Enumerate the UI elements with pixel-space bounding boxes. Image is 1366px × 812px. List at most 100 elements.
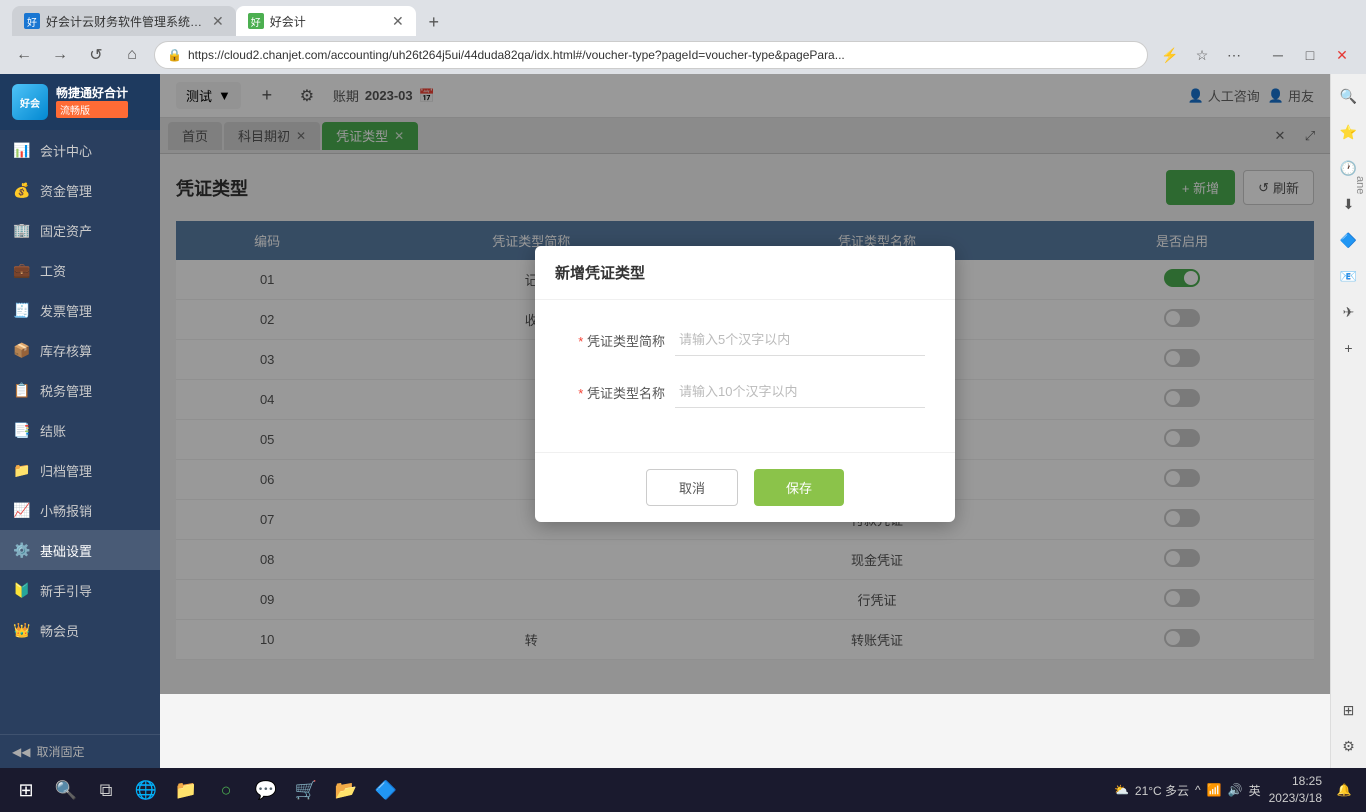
sidebar-item-member[interactable]: 👑 畅会员 [0, 610, 160, 650]
address-bar: ← → ↺ ⌂ 🔒 https://cloud2.chanjet.com/acc… [0, 36, 1366, 74]
invoice-icon: 🧾 [12, 300, 32, 320]
sidebar-item-tax[interactable]: 📋 税务管理 [0, 370, 160, 410]
sidebar-item-inventory[interactable]: 📦 库存核算 [0, 330, 160, 370]
new-tab-button[interactable]: + [420, 8, 448, 36]
sidebar-item-label: 基础设置 [40, 541, 92, 560]
name-label: * 凭证类型名称 [565, 383, 675, 402]
tab-close-2[interactable]: ✕ [392, 13, 404, 30]
right-grid-button[interactable]: ⊞ [1335, 696, 1363, 724]
weather-icon: ⛅ [1114, 783, 1129, 797]
settings-btn[interactable]: ⋯ [1220, 41, 1248, 69]
windows-store-button[interactable]: 🛒 [288, 772, 324, 808]
right-star-button[interactable]: ⭐ [1335, 118, 1363, 146]
modal-title: 新增凭证类型 [555, 265, 645, 282]
tab-bar: 好 好会计云财务软件管理系统_会计 ✕ 好 好会计 ✕ + [0, 0, 1366, 36]
clock-time: 18:25 [1269, 773, 1322, 790]
tax-icon: 📋 [12, 380, 32, 400]
right-outlook-button[interactable]: 📧 [1335, 262, 1363, 290]
explorer-button[interactable]: 📁 [168, 772, 204, 808]
tray-expand-icon[interactable]: ^ [1195, 783, 1201, 797]
settings-icon: ⚙️ [12, 540, 32, 560]
tab-label-1: 好会计云财务软件管理系统_会计 [46, 13, 206, 30]
sidebar-item-settings[interactable]: ⚙️ 基础设置 [0, 530, 160, 570]
abbr-required: * [578, 334, 583, 349]
sidebar-item-salary[interactable]: 💼 工资 [0, 250, 160, 290]
tab-label-2: 好会计 [270, 13, 306, 30]
sidebar-item-label: 资金管理 [40, 181, 92, 200]
modal-body: * 凭证类型简称 * 凭证类型名称 [535, 300, 955, 452]
name-required: * [578, 386, 583, 401]
cancel-button[interactable]: 取消 [646, 469, 738, 506]
maximize-button[interactable]: □ [1296, 41, 1324, 69]
address-input[interactable]: 🔒 https://cloud2.chanjet.com/accounting/… [154, 41, 1148, 69]
name-input[interactable] [675, 376, 925, 408]
collapse-label: 取消固定 [36, 743, 84, 760]
tab-favicon-1: 好 [24, 13, 40, 29]
sidebar-item-settlement[interactable]: 📑 结账 [0, 410, 160, 450]
sidebar-item-label: 小畅报销 [40, 501, 92, 520]
abbr-input[interactable] [675, 324, 925, 356]
modal-overlay: 新增凭证类型 * 凭证类型简称 * 凭证类型名称 取消 保存 [160, 74, 1330, 694]
edge-taskbar-button[interactable]: 🔷 [368, 772, 404, 808]
sidebar-item-dashboard[interactable]: 📊 会计中心 [0, 130, 160, 170]
sidebar-item-archive[interactable]: 📁 归档管理 [0, 450, 160, 490]
right-send-button[interactable]: ✈ [1335, 298, 1363, 326]
lock-icon: 🔒 [167, 48, 182, 62]
sidebar-item-label: 畅会员 [40, 621, 79, 640]
right-search-button[interactable]: 🔍 [1335, 82, 1363, 110]
home-button[interactable]: ⌂ [118, 41, 146, 69]
add-voucher-type-modal: 新增凭证类型 * 凭证类型简称 * 凭证类型名称 取消 保存 [535, 246, 955, 522]
close-window-button[interactable]: ✕ [1328, 41, 1356, 69]
browser-tab-2[interactable]: 好 好会计 ✕ [236, 6, 416, 36]
funds-icon: 💰 [12, 180, 32, 200]
extensions-btn[interactable]: ⚡ [1156, 41, 1184, 69]
notification-button[interactable]: 🔔 [1330, 776, 1358, 804]
logo-title: 畅捷通好合计 [56, 86, 128, 102]
right-add-button[interactable]: + [1335, 334, 1363, 362]
sidebar-item-fixed-assets[interactable]: 🏢 固定资产 [0, 210, 160, 250]
system-tray: ⛅ 21°C 多云 ^ 📶 🔊 英 18:25 2023/3/18 🔔 [1114, 773, 1358, 807]
right-sidebar: 🔍 ⭐ 🕐 ⬇ 🔷 📧 ✈ + ⊞ ⚙ ane [1330, 74, 1366, 768]
right-apps-button[interactable]: 🔷 [1335, 226, 1363, 254]
save-button[interactable]: 保存 [754, 469, 844, 506]
sidebar-item-guide[interactable]: 🔰 新手引导 [0, 570, 160, 610]
wechat-button[interactable]: 💬 [248, 772, 284, 808]
salary-icon: 💼 [12, 260, 32, 280]
taskbar: ⊞ 🔍 ⧉ 🌐 📁 ○ 💬 🛒 📂 🔷 ⛅ 21°C 多云 ^ 📶 🔊 英 18… [0, 768, 1366, 812]
sidebar-item-label: 工资 [40, 261, 66, 280]
sidebar-bottom: ◀◀ 取消固定 [0, 734, 160, 768]
sidebar-item-report[interactable]: 📈 小畅报销 [0, 490, 160, 530]
collapse-sidebar-button[interactable]: ◀◀ 取消固定 [12, 743, 148, 760]
right-gear-button[interactable]: ⚙ [1335, 732, 1363, 760]
weather-text: 21°C 多云 [1135, 782, 1189, 799]
browser-tab-1[interactable]: 好 好会计云财务软件管理系统_会计 ✕ [12, 6, 236, 36]
tab-close-1[interactable]: ✕ [212, 13, 224, 30]
sidebar-item-invoice[interactable]: 🧾 发票管理 [0, 290, 160, 330]
minimize-button[interactable]: ─ [1264, 41, 1292, 69]
systray-icons: ⛅ 21°C 多云 ^ 📶 🔊 英 [1114, 782, 1261, 799]
back-button[interactable]: ← [10, 41, 38, 69]
sidebar-item-label: 归档管理 [40, 461, 92, 480]
task-view-button[interactable]: ⧉ [88, 772, 124, 808]
sidebar-logo: 好会 畅捷通好合计 流畅版 [0, 74, 160, 130]
sidebar-item-label: 税务管理 [40, 381, 92, 400]
favorites-btn[interactable]: ☆ [1188, 41, 1216, 69]
sidebar: 好会 畅捷通好合计 流畅版 📊 会计中心 💰 资金管理 🏢 固定资产 💼 [0, 74, 160, 768]
sidebar-item-label: 结账 [40, 421, 66, 440]
sidebar-item-funds[interactable]: 💰 资金管理 [0, 170, 160, 210]
forward-button[interactable]: → [46, 41, 74, 69]
archive-icon: 📁 [12, 460, 32, 480]
file-manager-button[interactable]: 📂 [328, 772, 364, 808]
sidebar-menu: 📊 会计中心 💰 资金管理 🏢 固定资产 💼 工资 🧾 发票管理 📦 库 [0, 130, 160, 734]
report-icon: 📈 [12, 500, 32, 520]
dashboard-icon: 📊 [12, 140, 32, 160]
system-clock[interactable]: 18:25 2023/3/18 [1269, 773, 1322, 807]
inventory-icon: 📦 [12, 340, 32, 360]
start-button[interactable]: ⊞ [8, 772, 44, 808]
chrome-button[interactable]: ○ [208, 772, 244, 808]
edge-button[interactable]: 🌐 [128, 772, 164, 808]
reload-button[interactable]: ↺ [82, 41, 110, 69]
modal-header: 新增凭证类型 [535, 246, 955, 300]
search-taskbar-button[interactable]: 🔍 [48, 772, 84, 808]
form-row-abbr: * 凭证类型简称 [565, 324, 925, 356]
